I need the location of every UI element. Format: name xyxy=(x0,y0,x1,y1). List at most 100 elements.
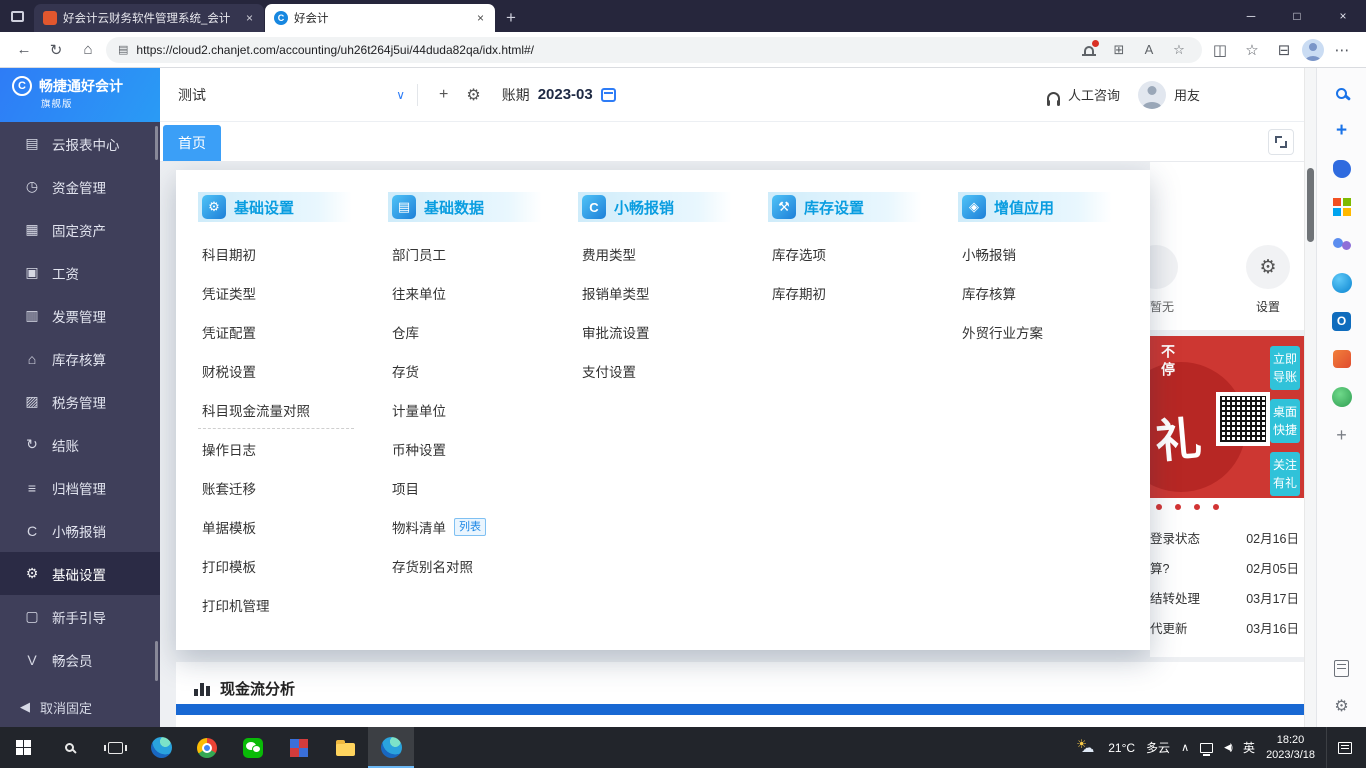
menu-item[interactable]: 报销单类型 xyxy=(578,273,748,312)
apps-grid-icon[interactable]: ⊞ xyxy=(1108,42,1130,58)
menu-item[interactable]: 审批流设置 xyxy=(578,312,748,351)
edge-taskbar-icon[interactable] xyxy=(138,727,184,768)
tab2-close-icon[interactable]: × xyxy=(475,11,486,25)
accounting-app-icon[interactable] xyxy=(276,727,322,768)
people-icon[interactable] xyxy=(1331,234,1353,256)
sidebar-scrollbar-thumb2[interactable] xyxy=(155,641,158,681)
settings-gear-icon[interactable]: ⚙ xyxy=(466,85,480,105)
promo-banner[interactable]: 不停 礼 立即导账 桌面快捷 关注有礼 xyxy=(1150,336,1304,498)
refresh-icon[interactable]: ↻ xyxy=(42,36,70,64)
back-icon[interactable]: ← xyxy=(10,36,38,64)
menu-item[interactable]: 库存期初 xyxy=(768,273,938,312)
user-avatar[interactable] xyxy=(1137,80,1166,109)
news-item[interactable]: 算? 02月05日 xyxy=(1150,552,1299,582)
tree-icon[interactable] xyxy=(1331,386,1353,408)
clock[interactable]: 18:20 2023/3/18 xyxy=(1266,733,1315,763)
menu-item[interactable]: 仓库 xyxy=(388,312,558,351)
sidebar-item[interactable]: ▣ 工资 xyxy=(0,251,160,294)
taskbar-search-icon[interactable] xyxy=(46,727,92,768)
add-tool-icon[interactable]: + xyxy=(1331,424,1353,446)
outlook-icon[interactable] xyxy=(1331,310,1353,332)
office-grid-icon[interactable] xyxy=(1331,196,1353,218)
menu-item[interactable]: 计量单位 xyxy=(388,390,558,429)
banner-button[interactable]: 桌面快捷 xyxy=(1270,399,1300,443)
menu-item[interactable]: 往来单位 xyxy=(388,273,558,312)
unpin-sidebar-button[interactable]: ◀ 取消固定 xyxy=(0,687,160,727)
tab-home[interactable]: 首页 xyxy=(163,125,221,161)
profile-avatar[interactable] xyxy=(1302,38,1324,61)
start-button[interactable] xyxy=(0,727,46,768)
menu-item[interactable]: 凭证配置 xyxy=(198,312,368,351)
browser-menu-icon[interactable]: ⋯ xyxy=(1328,36,1356,64)
carousel-dot[interactable] xyxy=(1194,504,1200,510)
maximize-button[interactable]: □ xyxy=(1274,0,1320,32)
tab1-close-icon[interactable]: × xyxy=(244,11,255,25)
input-language[interactable]: 英 xyxy=(1243,739,1255,756)
close-button[interactable]: × xyxy=(1320,0,1366,32)
sidebar-item[interactable]: ▨ 税务管理 xyxy=(0,380,160,423)
menu-item[interactable]: 操作日志 xyxy=(198,429,368,468)
wechat-taskbar-icon[interactable] xyxy=(230,727,276,768)
skype-icon[interactable] xyxy=(1331,272,1353,294)
carousel-dot[interactable] xyxy=(1213,504,1219,510)
sidebar-item[interactable]: ≡ 归档管理 xyxy=(0,466,160,509)
site-info-icon[interactable]: ▤ xyxy=(118,43,128,56)
fullscreen-icon[interactable] xyxy=(1268,129,1294,155)
sidebar-item[interactable]: C 小畅报销 xyxy=(0,509,160,552)
period-picker[interactable]: 账期 2023-03 xyxy=(502,85,616,105)
weather-desc[interactable]: 多云 xyxy=(1146,739,1170,756)
sidebar-item[interactable]: ↻ 结账 xyxy=(0,423,160,466)
menu-item[interactable]: 项目 xyxy=(388,468,558,507)
browser-tab-2[interactable]: 好会计 × xyxy=(265,4,495,32)
banner-button[interactable]: 立即导账 xyxy=(1270,346,1300,390)
support-link[interactable]: 人工咨询 xyxy=(1068,85,1120,104)
menu-item[interactable]: 科目期初 xyxy=(198,234,368,273)
sidebar-scrollbar-thumb[interactable] xyxy=(155,126,158,160)
tray-expand-icon[interactable]: ∧ xyxy=(1181,741,1189,754)
home-icon[interactable]: ⌂ xyxy=(74,36,102,64)
news-item[interactable]: 代更新 03月16日 xyxy=(1150,612,1299,642)
weather-icon[interactable]: ☀ ☁ xyxy=(1076,737,1097,756)
menu-item[interactable]: 币种设置 xyxy=(388,429,558,468)
menu-item[interactable]: 存货 xyxy=(388,351,558,390)
menu-item[interactable]: 财税设置 xyxy=(198,351,368,390)
page-scrollbar-thumb[interactable] xyxy=(1307,168,1314,242)
weather-temp[interactable]: 21°C xyxy=(1108,741,1135,755)
menu-item[interactable]: 打印模板 xyxy=(198,546,368,585)
menu-item[interactable]: 外贸行业方案 xyxy=(958,312,1128,351)
menu-item[interactable]: 凭证类型 xyxy=(198,273,368,312)
add-favorite-icon[interactable]: ☆ xyxy=(1168,42,1190,58)
split-screen-icon[interactable]: ◫ xyxy=(1206,36,1234,64)
account-set-select[interactable]: 测试 ∨ xyxy=(178,85,405,105)
menu-item[interactable]: 打印机管理 xyxy=(198,585,368,624)
drop-icon[interactable] xyxy=(1331,158,1353,180)
minimize-button[interactable]: ─ xyxy=(1228,0,1274,32)
chrome-taskbar-icon[interactable] xyxy=(184,727,230,768)
sidebar-item[interactable]: ⚙ 基础设置 xyxy=(0,552,160,595)
sidebar-item[interactable]: ▦ 固定资产 xyxy=(0,208,160,251)
sidebar-page-icon[interactable] xyxy=(1331,657,1353,679)
add-account-set-icon[interactable]: + xyxy=(439,86,448,104)
menu-item[interactable]: 支付设置 xyxy=(578,351,748,390)
news-item[interactable]: 登录状态 02月16日 xyxy=(1150,522,1299,552)
search-icon[interactable] xyxy=(1331,82,1353,104)
page-scrollbar[interactable] xyxy=(1304,68,1316,727)
carousel-dot[interactable] xyxy=(1175,504,1181,510)
menu-item[interactable]: 部门员工 xyxy=(388,234,558,273)
banner-button[interactable]: 关注有礼 xyxy=(1270,452,1300,496)
action-center-icon[interactable] xyxy=(1326,727,1362,768)
copilot-plus-icon[interactable]: + xyxy=(1331,120,1353,142)
tab-actions-icon[interactable] xyxy=(0,0,34,32)
file-explorer-icon[interactable] xyxy=(322,727,368,768)
settings-shortcut-button[interactable]: ⚙ xyxy=(1246,245,1290,289)
sidebar-item[interactable]: ▢ 新手引导 xyxy=(0,595,160,638)
m365-icon[interactable] xyxy=(1331,348,1353,370)
menu-item[interactable]: 小畅报销 xyxy=(958,234,1128,273)
sidebar-item[interactable]: ▥ 发票管理 xyxy=(0,294,160,337)
user-name[interactable]: 用友 xyxy=(1174,85,1200,104)
carousel-dot[interactable] xyxy=(1156,504,1162,510)
menu-item[interactable]: 物料清单 列表 xyxy=(388,507,558,546)
volume-icon[interactable]: ◀) xyxy=(1224,742,1233,753)
sidebar-item[interactable]: ▤ 云报表中心 xyxy=(0,122,160,165)
sidebar-item[interactable]: ◷ 资金管理 xyxy=(0,165,160,208)
